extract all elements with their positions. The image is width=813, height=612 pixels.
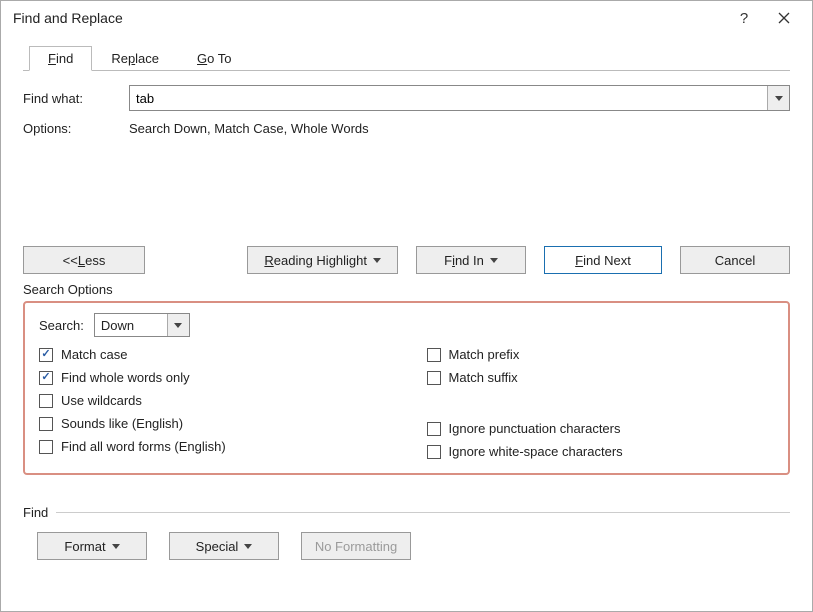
tab-goto[interactable]: Go To bbox=[178, 46, 250, 71]
check-word-forms[interactable]: Find all word forms (English) bbox=[39, 439, 387, 454]
search-direction-dropdown[interactable] bbox=[167, 314, 189, 336]
checkbox-icon bbox=[427, 422, 441, 436]
check-match-prefix[interactable]: Match prefix bbox=[427, 347, 775, 362]
help-button[interactable]: ? bbox=[724, 1, 764, 35]
checkbox-icon bbox=[427, 348, 441, 362]
options-row: Options: Search Down, Match Case, Whole … bbox=[23, 121, 790, 136]
find-what-input[interactable] bbox=[130, 86, 767, 110]
find-what-combo[interactable] bbox=[129, 85, 790, 111]
tab-find[interactable]: Find bbox=[29, 46, 92, 71]
close-icon bbox=[778, 12, 790, 24]
find-what-dropdown[interactable] bbox=[767, 86, 789, 110]
titlebar: Find and Replace ? bbox=[1, 1, 812, 35]
search-options-box: Search: Down ✓Match case ✓Find whole wor… bbox=[23, 301, 790, 475]
chevron-down-icon bbox=[373, 258, 381, 263]
options-col-right: Match prefix Match suffix Ignore punctua… bbox=[387, 347, 775, 459]
check-wildcards[interactable]: Use wildcards bbox=[39, 393, 387, 408]
format-button[interactable]: Format bbox=[37, 532, 147, 560]
separator-line bbox=[56, 512, 790, 513]
main-button-row: << Less Reading Highlight Find In Find N… bbox=[23, 246, 790, 274]
checkbox-icon bbox=[39, 394, 53, 408]
options-columns: ✓Match case ✓Find whole words only Use w… bbox=[39, 347, 774, 459]
special-button[interactable]: Special bbox=[169, 532, 279, 560]
tabs: Find Replace Go To bbox=[23, 45, 790, 71]
find-what-label: Find what: bbox=[23, 91, 129, 106]
checkbox-icon: ✓ bbox=[39, 348, 53, 362]
search-label: Search: bbox=[39, 318, 84, 333]
check-sounds-like[interactable]: Sounds like (English) bbox=[39, 416, 387, 431]
checkbox-icon bbox=[427, 371, 441, 385]
chevron-down-icon bbox=[244, 544, 252, 549]
checkbox-icon bbox=[39, 440, 53, 454]
find-separator: Find bbox=[23, 505, 790, 520]
check-ignore-punct[interactable]: Ignore punctuation characters bbox=[427, 421, 775, 436]
no-formatting-button: No Formatting bbox=[301, 532, 411, 560]
chevron-down-icon bbox=[490, 258, 498, 263]
check-match-case[interactable]: ✓Match case bbox=[39, 347, 387, 362]
search-direction-row: Search: Down bbox=[39, 313, 774, 337]
less-button[interactable]: << Less bbox=[23, 246, 145, 274]
chevron-down-icon bbox=[174, 323, 182, 328]
find-replace-dialog: Find and Replace ? Find Replace Go To Fi… bbox=[0, 0, 813, 612]
options-label: Options: bbox=[23, 121, 129, 136]
cancel-button[interactable]: Cancel bbox=[680, 246, 790, 274]
checkbox-icon: ✓ bbox=[39, 371, 53, 385]
chevron-down-icon bbox=[112, 544, 120, 549]
find-what-row: Find what: bbox=[23, 85, 790, 111]
check-match-suffix[interactable]: Match suffix bbox=[427, 370, 775, 385]
options-text: Search Down, Match Case, Whole Words bbox=[129, 121, 369, 136]
format-button-row: Format Special No Formatting bbox=[37, 532, 790, 560]
chevron-down-icon bbox=[775, 96, 783, 101]
search-direction-select[interactable]: Down bbox=[94, 313, 190, 337]
search-direction-value: Down bbox=[95, 314, 167, 336]
reading-highlight-button[interactable]: Reading Highlight bbox=[247, 246, 398, 274]
check-whole-words[interactable]: ✓Find whole words only bbox=[39, 370, 387, 385]
search-options-title: Search Options bbox=[23, 282, 790, 297]
options-col-left: ✓Match case ✓Find whole words only Use w… bbox=[39, 347, 387, 459]
find-separator-label: Find bbox=[23, 505, 48, 520]
dialog-content: Find Replace Go To Find what: Options: S… bbox=[1, 35, 812, 570]
close-button[interactable] bbox=[764, 1, 804, 35]
find-next-button[interactable]: Find Next bbox=[544, 246, 662, 274]
checkbox-icon bbox=[427, 445, 441, 459]
checkbox-icon bbox=[39, 417, 53, 431]
dialog-title: Find and Replace bbox=[13, 10, 724, 26]
check-ignore-whitespace[interactable]: Ignore white-space characters bbox=[427, 444, 775, 459]
tab-replace[interactable]: Replace bbox=[92, 46, 178, 71]
find-in-button[interactable]: Find In bbox=[416, 246, 526, 274]
